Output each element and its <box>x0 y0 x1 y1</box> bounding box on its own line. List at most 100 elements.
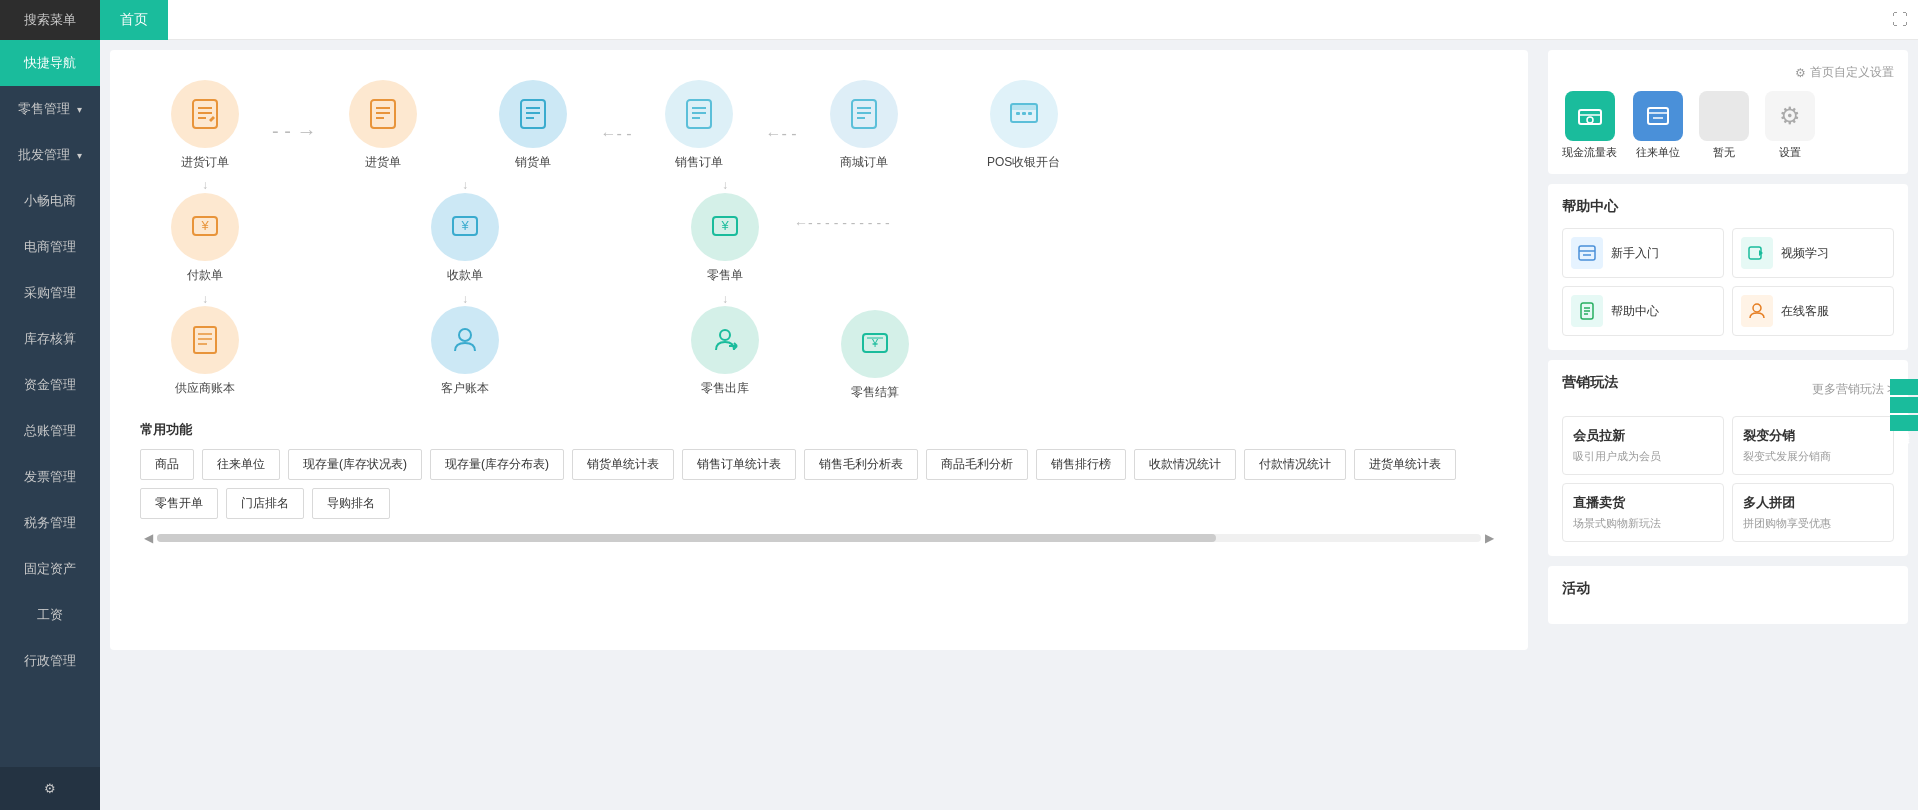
float-btn-desktop[interactable]: 桌面快捷 <box>1890 415 1918 431</box>
scroll-right-btn[interactable]: ▶ <box>1481 531 1498 545</box>
sidebar-item-purchase-mgmt[interactable]: 采购管理 <box>0 270 100 316</box>
node-sales-order[interactable]: 销售订单 <box>634 80 764 171</box>
marketing-section: 营销玩法 更多营销玩法 > 会员拉新 吸引用户成为会员 裂变分销 裂变式发展分销… <box>1548 360 1908 556</box>
svg-rect-25 <box>1028 112 1032 115</box>
sidebar-item-general-ledger[interactable]: 总账管理 <box>0 408 100 454</box>
quick-icon-settings[interactable]: ⚙ 设置 <box>1765 91 1815 160</box>
sidebar-item-xiaochang-ec[interactable]: 小畅电商 <box>0 178 100 224</box>
marketing-more-link[interactable]: 更多营销玩法 > <box>1812 381 1894 398</box>
node-pos-label: POS收银开台 <box>987 154 1060 171</box>
help-item-beginner-label: 新手入门 <box>1611 245 1659 262</box>
main-panel: 进货订单 - - → 进货单 <box>100 40 1538 810</box>
svg-rect-47 <box>1648 108 1668 124</box>
search-menu[interactable]: 搜索菜单 <box>0 0 100 40</box>
marketing-item-fission[interactable]: 裂变分销 裂变式发展分销商 <box>1732 416 1894 475</box>
quick-icon-cash-flow[interactable]: 现金流量表 <box>1562 91 1617 160</box>
quick-icon-settings-label: 设置 <box>1779 145 1801 160</box>
node-sales-bill[interactable]: 销货单 <box>468 80 598 171</box>
help-item-online-service[interactable]: 在线客服 <box>1732 286 1894 336</box>
help-item-beginner[interactable]: 新手入门 <box>1562 228 1724 278</box>
chevron-down-icon: ▾ <box>77 150 82 161</box>
sidebar-item-more[interactable]: 行政管理 <box>0 638 100 684</box>
node-payment-bill[interactable]: ¥ 付款单 <box>140 193 270 284</box>
func-button-12[interactable]: 零售开单 <box>140 488 218 519</box>
node-purchase-order[interactable]: 进货订单 <box>140 80 270 171</box>
sidebar-item-invoice-mgmt[interactable]: 发票管理 <box>0 454 100 500</box>
func-button-13[interactable]: 门店排名 <box>226 488 304 519</box>
quick-icon-partner-unit-label: 往来单位 <box>1636 145 1680 160</box>
node-payment-bill-label: 付款单 <box>187 267 223 284</box>
node-receipt-bill[interactable]: ¥ 收款单 <box>400 193 530 284</box>
node-supplier-account[interactable]: 供应商账本 <box>140 306 270 397</box>
func-buttons-container: 商品往来单位现存量(库存状况表)现存量(库存分布表)销货单统计表销售订单统计表销… <box>140 449 1498 519</box>
help-item-video[interactable]: 视频学习 <box>1732 228 1894 278</box>
marketing-group-title: 多人拼团 <box>1743 494 1883 512</box>
quick-icon-partner-unit[interactable]: 往来单位 <box>1633 91 1683 160</box>
func-button-14[interactable]: 导购排名 <box>312 488 390 519</box>
scroll-left-btn[interactable]: ◀ <box>140 531 157 545</box>
svg-point-37 <box>720 330 730 340</box>
node-retail-outbound[interactable]: 零售出库 <box>660 306 790 397</box>
quick-access-settings-label[interactable]: 首页自定义设置 <box>1810 64 1894 81</box>
func-button-0[interactable]: 商品 <box>140 449 194 480</box>
marketing-live-title: 直播卖货 <box>1573 494 1713 512</box>
marketing-grid: 会员拉新 吸引用户成为会员 裂变分销 裂变式发展分销商 直播卖货 场景式购物新玩… <box>1562 416 1894 542</box>
quick-icon-cash-flow-label: 现金流量表 <box>1562 145 1617 160</box>
node-retail-settle[interactable]: ¥ 零售结算 <box>810 310 940 401</box>
node-customer-account[interactable]: 客户账本 <box>400 306 530 397</box>
func-button-1[interactable]: 往来单位 <box>202 449 280 480</box>
help-item-help[interactable]: 帮助中心 <box>1562 286 1724 336</box>
func-button-8[interactable]: 销售排行榜 <box>1036 449 1126 480</box>
marketing-fission-title: 裂变分销 <box>1743 427 1883 445</box>
sidebar-item-fixed-assets[interactable]: 固定资产 <box>0 546 100 592</box>
help-items-grid: 新手入门 视频学习 帮助中心 <box>1562 228 1894 336</box>
node-mall-order[interactable]: 商城订单 <box>799 80 929 171</box>
func-button-11[interactable]: 进货单统计表 <box>1354 449 1456 480</box>
quick-icon-none-label: 暂无 <box>1713 145 1735 160</box>
svg-rect-50 <box>1579 246 1595 260</box>
sidebar: 快捷导航 零售管理 ▾ 批发管理 ▾ 小畅电商 电商管理 采购管理 库存核算 资… <box>0 40 100 810</box>
func-button-9[interactable]: 收款情况统计 <box>1134 449 1236 480</box>
node-sales-order-label: 销售订单 <box>675 154 723 171</box>
quick-icon-none: 暂无 <box>1699 91 1749 160</box>
node-retail-bill[interactable]: ¥ 零售单 <box>660 193 790 284</box>
sidebar-item-ec-mgmt[interactable]: 电商管理 <box>0 224 100 270</box>
func-button-2[interactable]: 现存量(库存状况表) <box>288 449 422 480</box>
node-purchase-bill[interactable]: 进货单 <box>318 80 448 171</box>
marketing-item-live[interactable]: 直播卖货 场景式购物新玩法 <box>1562 483 1724 542</box>
svg-rect-24 <box>1022 112 1026 115</box>
float-btn-community[interactable]: 服务社区 <box>1890 397 1918 413</box>
float-btn-customer-service[interactable]: 客服热线 <box>1890 379 1918 395</box>
func-button-5[interactable]: 销售订单统计表 <box>682 449 796 480</box>
marketing-member-desc: 吸引用户成为会员 <box>1573 449 1713 464</box>
help-item-online-service-label: 在线客服 <box>1781 303 1829 320</box>
func-button-3[interactable]: 现存量(库存分布表) <box>430 449 564 480</box>
search-menu-label: 搜索菜单 <box>24 11 76 29</box>
sidebar-item-inventory[interactable]: 库存核算 <box>0 316 100 362</box>
func-button-6[interactable]: 销售毛利分析表 <box>804 449 918 480</box>
func-button-7[interactable]: 商品毛利分析 <box>926 449 1028 480</box>
right-panel: ⚙ 首页自定义设置 现金流量表 往来单位 <box>1538 40 1918 810</box>
arrow-left-1: ←- - <box>598 125 633 171</box>
sidebar-settings-button[interactable]: ⚙ <box>0 767 100 810</box>
tab-home[interactable]: 首页 <box>100 0 168 40</box>
node-mall-order-label: 商城订单 <box>840 154 888 171</box>
fullscreen-button[interactable]: ⛶ <box>1892 11 1908 29</box>
svg-rect-21 <box>1011 104 1037 110</box>
scrollbar[interactable]: ◀ ▶ <box>140 531 1498 545</box>
marketing-live-desc: 场景式购物新玩法 <box>1573 516 1713 531</box>
func-button-10[interactable]: 付款情况统计 <box>1244 449 1346 480</box>
func-button-4[interactable]: 销货单统计表 <box>572 449 674 480</box>
sidebar-item-tax-mgmt[interactable]: 税务管理 <box>0 500 100 546</box>
sidebar-item-quick-nav[interactable]: 快捷导航 <box>0 40 100 86</box>
marketing-item-group[interactable]: 多人拼团 拼团购物享受优惠 <box>1732 483 1894 542</box>
sidebar-item-wholesale-mgmt[interactable]: 批发管理 ▾ <box>0 132 100 178</box>
sidebar-item-fund-mgmt[interactable]: 资金管理 <box>0 362 100 408</box>
sidebar-item-payroll[interactable]: 工资 <box>0 592 100 638</box>
gear-icon: ⚙ <box>1795 66 1806 80</box>
quick-icons-container: 现金流量表 往来单位 暂无 ⚙ 设置 <box>1562 91 1894 160</box>
node-pos[interactable]: POS收银开台 <box>959 80 1089 171</box>
sidebar-item-retail-mgmt[interactable]: 零售管理 ▾ <box>0 86 100 132</box>
help-center-section: 帮助中心 新手入门 视频学习 <box>1548 184 1908 350</box>
marketing-item-member[interactable]: 会员拉新 吸引用户成为会员 <box>1562 416 1724 475</box>
